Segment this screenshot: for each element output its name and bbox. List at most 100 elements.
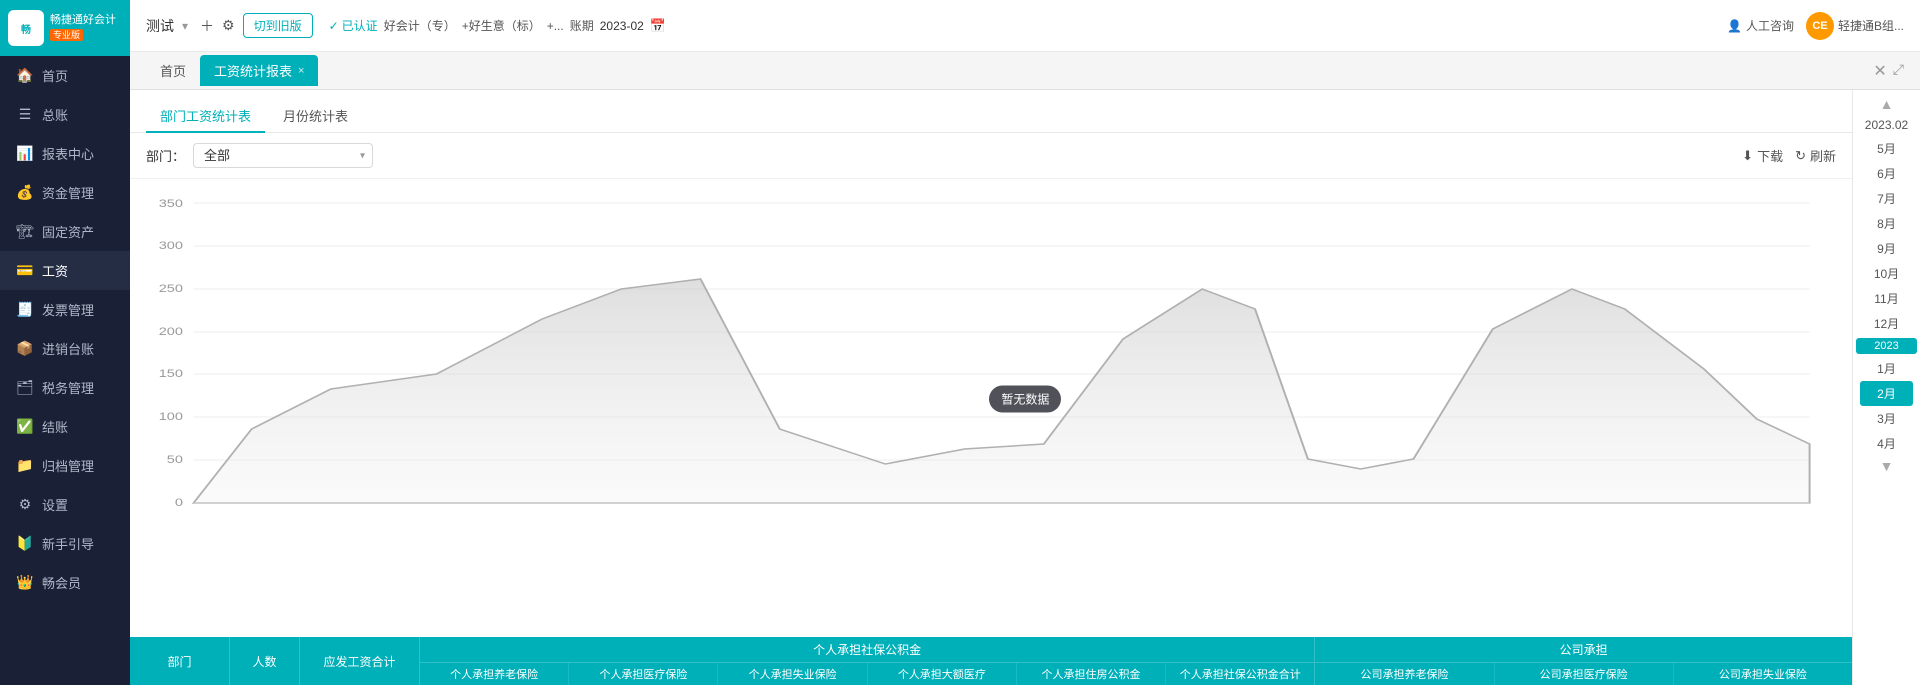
logo-icon: 畅: [8, 10, 44, 46]
tab-expand-btn[interactable]: ⤢: [1893, 61, 1904, 81]
main-content: 测试 ▾ ＋ ⚙ 切到旧版 ✓ 已认证 好会计（专） +好生意（标） +... …: [130, 0, 1920, 685]
th-personal-group-title: 个人承担社保公积金: [420, 637, 1314, 663]
date-month-2[interactable]: 2月: [1860, 381, 1914, 406]
th-dept: 部门: [130, 637, 230, 685]
certified-icon: ✓: [329, 19, 339, 33]
sidebar-item-checkout[interactable]: ✅ 结账: [0, 407, 130, 446]
th-personal-pension: 个人承担养老保险: [420, 663, 569, 685]
switch-old-btn[interactable]: 切到旧版: [243, 13, 313, 38]
settings-button[interactable]: ⚙: [222, 17, 235, 34]
chart-svg: 350 300 250 200 150 100 50 0: [146, 189, 1836, 529]
sidebar-item-assets[interactable]: 🏗 固定资产: [0, 212, 130, 251]
chart-area: 350 300 250 200 150 100 50 0: [130, 179, 1852, 637]
topbar-dropdown-arrow[interactable]: ▾: [182, 19, 188, 33]
sidebar-item-guide[interactable]: 🔰 新手引导: [0, 524, 130, 563]
sidebar-item-reports[interactable]: 📊 报表中心: [0, 134, 130, 173]
date-month-12[interactable]: 12月: [1853, 311, 1920, 336]
refresh-btn[interactable]: ↻ 刷新: [1795, 146, 1836, 165]
date-month-8[interactable]: 8月: [1853, 211, 1920, 236]
member-icon: 👑: [16, 574, 34, 591]
topbar-status: ✓ 已认证 好会计（专） +好生意（标） +... 账期 2023-02 📅: [329, 17, 666, 34]
sub-tab-dept[interactable]: 部门工资统计表: [146, 100, 265, 133]
th-personal-group: 个人承担社保公积金 个人承担养老保险 个人承担医疗保险 个人承担失业保险 个人承…: [420, 637, 1315, 685]
date-month-4[interactable]: 4月: [1853, 431, 1920, 456]
svg-text:150: 150: [159, 367, 183, 380]
calendar-icon[interactable]: 📅: [650, 18, 666, 34]
th-total-salary: 应发工资合计: [300, 637, 420, 685]
svg-text:300: 300: [159, 239, 183, 252]
th-company-group: 公司承担 公司承担养老保险 公司承担医疗保险 公司承担失业保险: [1315, 637, 1852, 685]
page-area: 部门工资统计表 月份统计表 部门： 全部 财务部 人事部 技术部: [130, 90, 1920, 685]
logo-text: 畅捷通好会计 专业版: [50, 13, 116, 44]
date-display: 2023.02: [1865, 114, 1908, 136]
date-month-9[interactable]: 9月: [1853, 236, 1920, 261]
svg-text:350: 350: [159, 197, 183, 210]
svg-text:0: 0: [175, 496, 183, 509]
sidebar-item-salary[interactable]: 💳 工资: [0, 251, 130, 290]
toolbar-row: 部门： 全部 财务部 人事部 技术部 ▾ ⬇ 下载: [130, 133, 1852, 179]
tab-salary-report[interactable]: 工资统计报表 ×: [200, 55, 318, 86]
sidebar: 畅 畅捷通好会计 专业版 🏠 首页 ☰ 总账 📊 报表中心 💰 资金管理 🏗 固…: [0, 0, 130, 685]
period-label: 账期: [570, 17, 594, 34]
sidebar-item-tax[interactable]: 🗂 税务管理: [0, 368, 130, 407]
sub-tab-monthly[interactable]: 月份统计表: [269, 100, 362, 133]
th-company-group-title: 公司承担: [1315, 637, 1852, 663]
topbar-title: 测试: [146, 16, 174, 36]
date-nav-up[interactable]: ▲: [1880, 94, 1894, 114]
th-company-pension: 公司承担养老保险: [1315, 663, 1494, 685]
download-icon: ⬇: [1742, 148, 1753, 164]
download-btn[interactable]: ⬇ 下载: [1742, 146, 1783, 165]
svg-text:50: 50: [167, 453, 183, 466]
settings-icon: ⚙: [16, 496, 34, 513]
sidebar-item-invoice[interactable]: 🧾 发票管理: [0, 290, 130, 329]
dept-label: 部门：: [146, 146, 185, 165]
tab-close-icon[interactable]: ×: [298, 65, 304, 77]
content-area: 部门工资统计表 月份统计表 部门： 全部 财务部 人事部 技术部: [130, 90, 1852, 685]
tab-home[interactable]: 首页: [146, 55, 200, 86]
user-btn[interactable]: CE 轻捷通B组...: [1806, 12, 1904, 40]
th-headcount: 人数: [230, 637, 300, 685]
tab-bar: 首页 工资统计报表 × ✕ ⤢: [130, 52, 1920, 90]
more-tag: +...: [547, 19, 564, 33]
tab-close-btn[interactable]: ✕: [1873, 61, 1886, 81]
add-button[interactable]: ＋: [200, 16, 214, 36]
th-personal-housing: 个人承担住房公积金: [1017, 663, 1166, 685]
date-month-1[interactable]: 1月: [1853, 356, 1920, 381]
sidebar-item-ledger[interactable]: ☰ 总账: [0, 95, 130, 134]
sub-tabs: 部门工资统计表 月份统计表: [130, 90, 1852, 133]
date-month-3[interactable]: 3月: [1853, 406, 1920, 431]
sidebar-item-archive[interactable]: 📁 归档管理: [0, 446, 130, 485]
date-year-2023[interactable]: 2023: [1856, 338, 1916, 354]
home-icon: 🏠: [16, 67, 34, 84]
date-month-6[interactable]: 6月: [1853, 161, 1920, 186]
date-nav-down[interactable]: ▼: [1880, 456, 1894, 476]
svg-text:200: 200: [159, 325, 183, 338]
guide-icon: 🔰: [16, 535, 34, 552]
table-header: 部门 人数 应发工资合计 个人承担社保公积金 个人承担养老保险 个人承担医疗保险…: [130, 637, 1852, 685]
topbar-actions: ＋ ⚙ 切到旧版: [200, 13, 313, 38]
dept-select[interactable]: 全部 财务部 人事部 技术部: [193, 143, 373, 168]
sidebar-item-sales[interactable]: 📦 进销台账: [0, 329, 130, 368]
sidebar-item-member[interactable]: 👑 畅会员: [0, 563, 130, 602]
date-month-11[interactable]: 11月: [1853, 286, 1920, 311]
th-personal-medical: 个人承担医疗保险: [569, 663, 718, 685]
dept-select-wrapper: 全部 财务部 人事部 技术部 ▾: [193, 143, 373, 168]
date-month-10[interactable]: 10月: [1853, 261, 1920, 286]
right-date-panel: ▲ 2023.02 5月 6月 7月 8月 9月 10月 11月 12月 202…: [1852, 90, 1920, 685]
refresh-icon: ↻: [1795, 148, 1806, 164]
sales-icon: 📦: [16, 340, 34, 357]
assets-icon: 🏗: [16, 223, 34, 240]
date-month-5[interactable]: 5月: [1853, 136, 1920, 161]
sidebar-item-funds[interactable]: 💰 资金管理: [0, 173, 130, 212]
user-avatar: CE: [1806, 12, 1834, 40]
sidebar-item-home[interactable]: 🏠 首页: [0, 56, 130, 95]
sidebar-item-settings[interactable]: ⚙ 设置: [0, 485, 130, 524]
th-company-group-cells: 公司承担养老保险 公司承担医疗保险 公司承担失业保险: [1315, 663, 1852, 685]
sidebar-logo: 畅 畅捷通好会计 专业版: [0, 0, 130, 56]
toolbar-right: ⬇ 下载 ↻ 刷新: [1742, 146, 1836, 165]
date-month-7[interactable]: 7月: [1853, 186, 1920, 211]
help-btn[interactable]: 👤 人工咨询: [1727, 17, 1794, 34]
th-personal-unemployment: 个人承担失业保险: [718, 663, 867, 685]
reports-icon: 📊: [16, 145, 34, 162]
period-value[interactable]: 2023-02: [600, 19, 644, 33]
